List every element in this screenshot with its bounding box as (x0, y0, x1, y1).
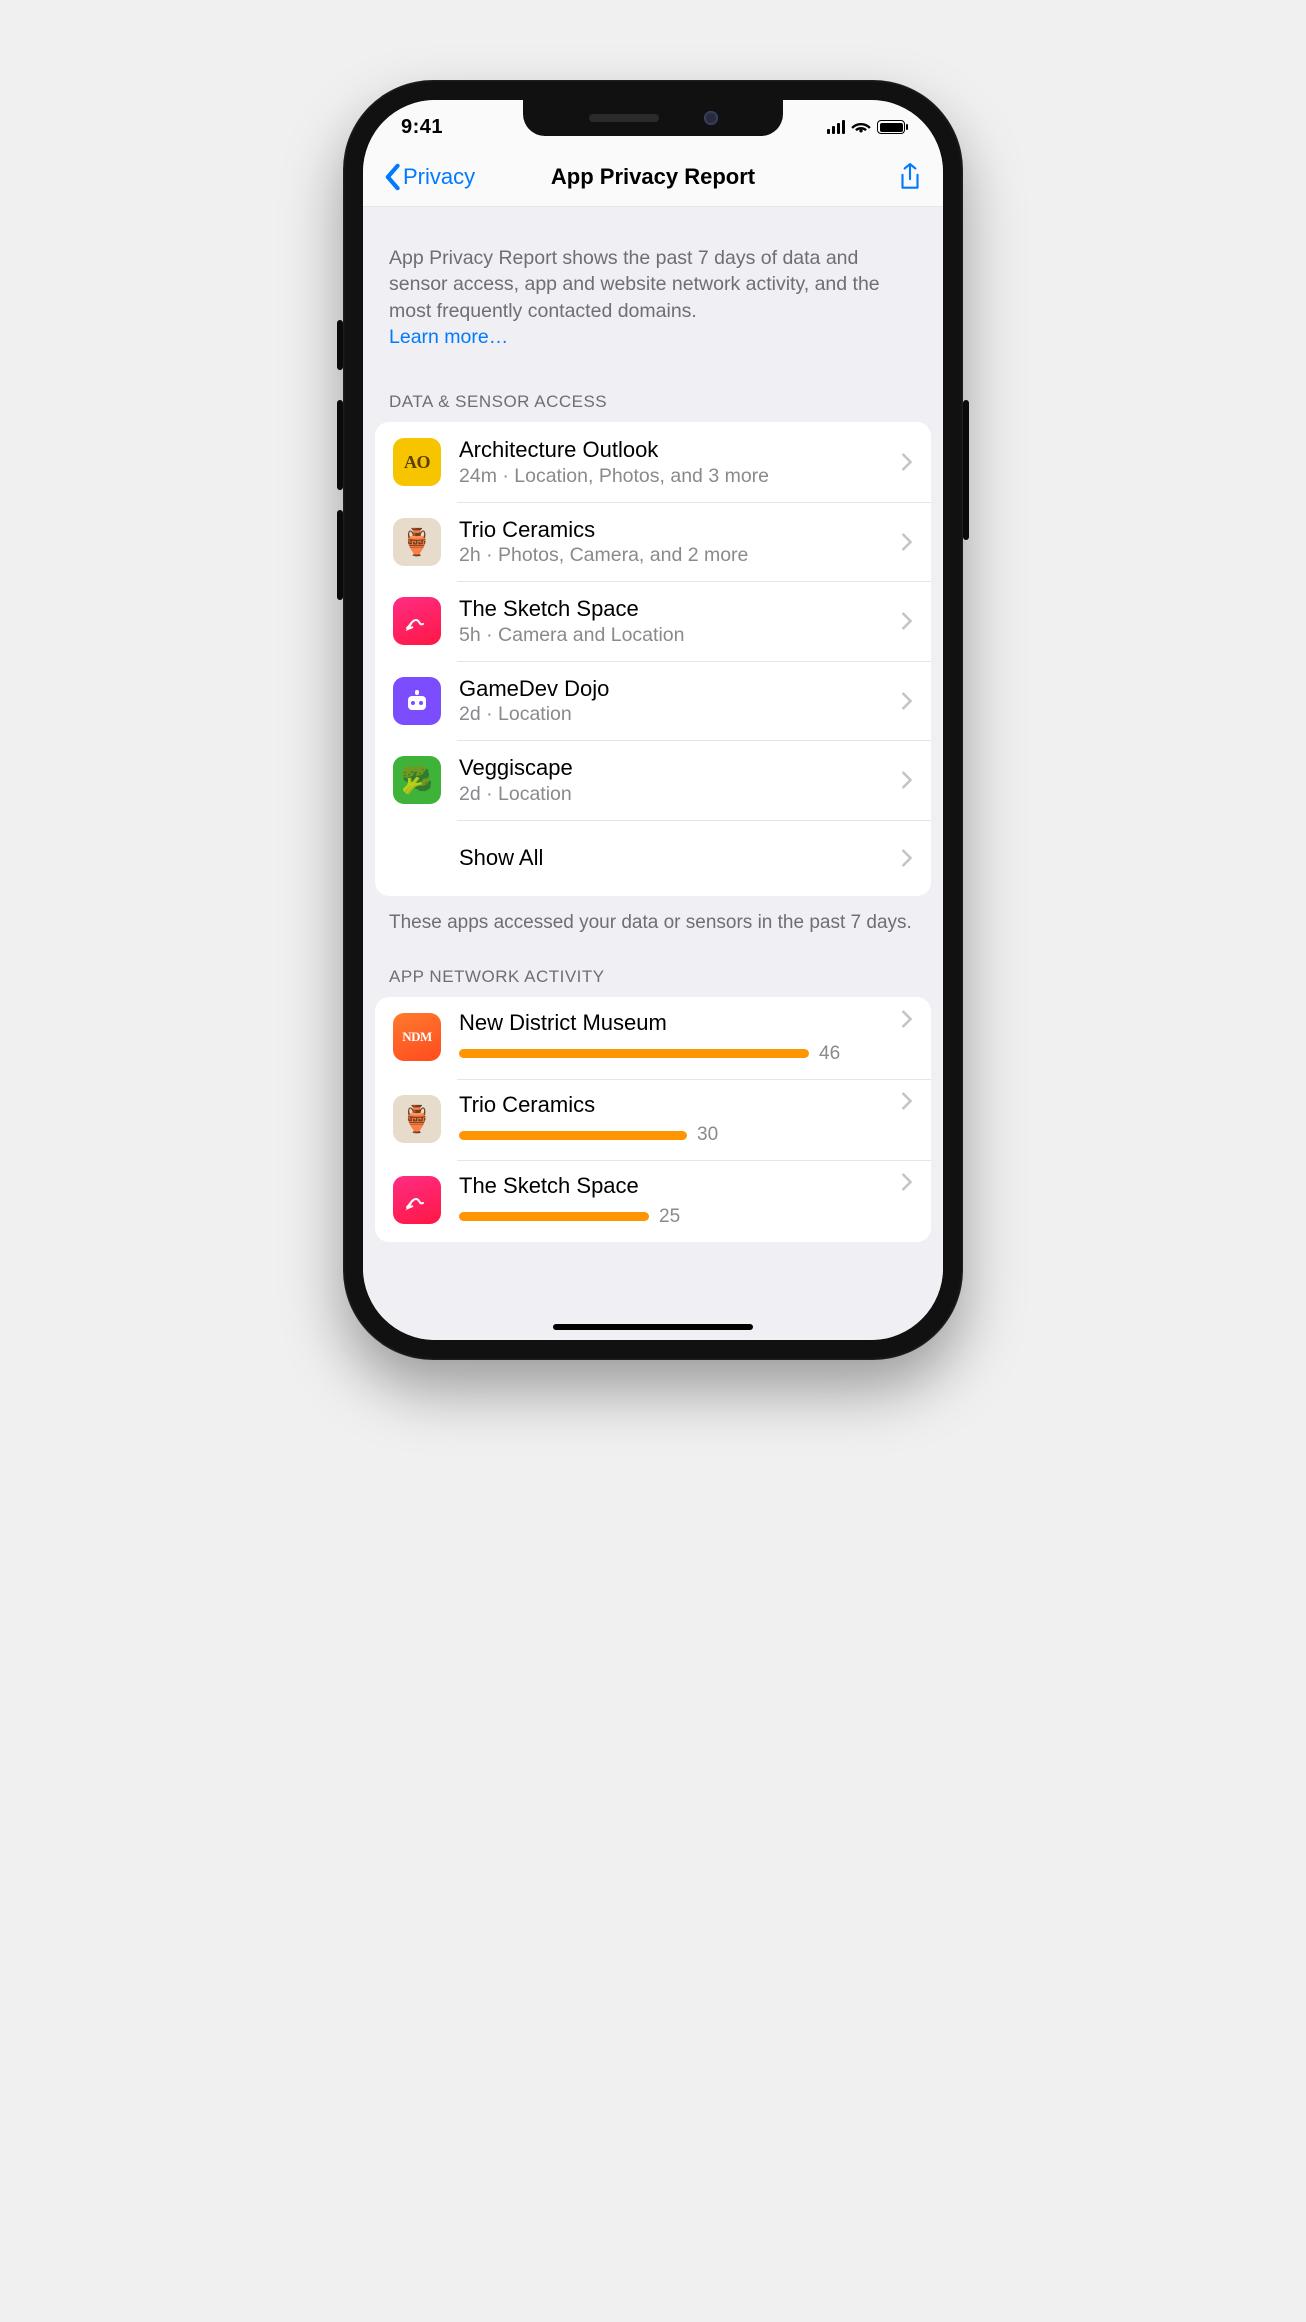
app-icon: 🥦 (393, 756, 441, 804)
home-indicator[interactable] (553, 1324, 753, 1330)
volume-up-button (337, 400, 343, 490)
page-title: App Privacy Report (551, 164, 755, 190)
app-icon: NDM (393, 1013, 441, 1061)
chevron-right-icon (901, 1172, 913, 1192)
network-activity-list: NDM New District Museum 46 🏺 Trio Cerami… (375, 997, 931, 1242)
switch-button (337, 320, 343, 370)
app-name: GameDev Dojo (459, 675, 883, 703)
app-name: Trio Ceramics (459, 1091, 883, 1119)
learn-more-link[interactable]: Learn more… (389, 326, 508, 348)
wifi-icon (851, 120, 871, 134)
battery-icon (877, 120, 905, 134)
phone-frame: 9:41 Privacy App Privacy Report (343, 80, 963, 1360)
chevron-right-icon (901, 691, 913, 711)
chevron-right-icon (901, 1091, 913, 1111)
chevron-right-icon (901, 770, 913, 790)
volume-down-button (337, 510, 343, 600)
activity-count: 25 (659, 1206, 680, 1228)
chevron-right-icon (901, 848, 913, 868)
activity-bar (459, 1049, 809, 1058)
network-row[interactable]: NDM New District Museum 46 (375, 997, 931, 1079)
share-button[interactable] (897, 162, 923, 192)
data-sensor-row[interactable]: 🥦 Veggiscape 2d · Location (375, 740, 931, 820)
app-name: Veggiscape (459, 754, 883, 782)
activity-count: 46 (819, 1043, 840, 1065)
app-name: Trio Ceramics (459, 516, 883, 544)
back-label: Privacy (403, 164, 475, 190)
power-button (963, 400, 969, 540)
app-name: The Sketch Space (459, 595, 883, 623)
app-icon (393, 1176, 441, 1224)
speaker-grille (589, 114, 659, 122)
app-detail: 5h · Camera and Location (459, 624, 883, 647)
app-name: The Sketch Space (459, 1172, 883, 1200)
notch (523, 100, 783, 136)
app-name: New District Museum (459, 1009, 883, 1037)
data-sensor-row[interactable]: 🏺 Trio Ceramics 2h · Photos, Camera, and… (375, 502, 931, 582)
status-time: 9:41 (401, 116, 443, 139)
chevron-left-icon (383, 163, 401, 191)
screen: 9:41 Privacy App Privacy Report (363, 100, 943, 1340)
data-sensor-row[interactable]: GameDev Dojo 2d · Location (375, 661, 931, 741)
content-scroll[interactable]: App Privacy Report shows the past 7 days… (363, 207, 943, 1340)
spacer (393, 834, 441, 882)
app-icon: 🏺 (393, 1095, 441, 1143)
app-icon: 🏺 (393, 518, 441, 566)
cellular-icon (827, 120, 845, 134)
app-detail: 2d · Location (459, 783, 883, 806)
network-row[interactable]: The Sketch Space 25 (375, 1160, 931, 1242)
data-sensor-row[interactable]: The Sketch Space 5h · Camera and Locatio… (375, 581, 931, 661)
intro-block: App Privacy Report shows the past 7 days… (363, 207, 943, 360)
section-footer-data-sensor: These apps accessed your data or sensors… (363, 896, 943, 936)
chevron-right-icon (901, 611, 913, 631)
activity-bar (459, 1212, 649, 1221)
show-all-row[interactable]: Show All (375, 820, 931, 896)
nav-bar: Privacy App Privacy Report (363, 154, 943, 207)
section-header-data-sensor: DATA & SENSOR ACCESS (363, 360, 943, 422)
section-header-network: APP NETWORK ACTIVITY (363, 935, 943, 997)
activity-bar (459, 1131, 687, 1140)
activity-count: 30 (697, 1124, 718, 1146)
app-icon (393, 677, 441, 725)
chevron-right-icon (901, 532, 913, 552)
app-icon: AO (393, 438, 441, 486)
data-sensor-row[interactable]: AO Architecture Outlook 24m · Location, … (375, 422, 931, 502)
app-name: Architecture Outlook (459, 436, 883, 464)
network-row[interactable]: 🏺 Trio Ceramics 30 (375, 1079, 931, 1161)
front-camera (704, 111, 718, 125)
app-detail: 2h · Photos, Camera, and 2 more (459, 544, 883, 567)
chevron-right-icon (901, 452, 913, 472)
data-sensor-list: AO Architecture Outlook 24m · Location, … (375, 422, 931, 896)
app-detail: 24m · Location, Photos, and 3 more (459, 465, 883, 488)
intro-text: App Privacy Report shows the past 7 days… (389, 247, 880, 322)
app-detail: 2d · Location (459, 703, 883, 726)
show-all-label: Show All (459, 844, 883, 872)
app-icon (393, 597, 441, 645)
back-button[interactable]: Privacy (383, 163, 475, 191)
chevron-right-icon (901, 1009, 913, 1029)
share-icon (897, 162, 923, 192)
